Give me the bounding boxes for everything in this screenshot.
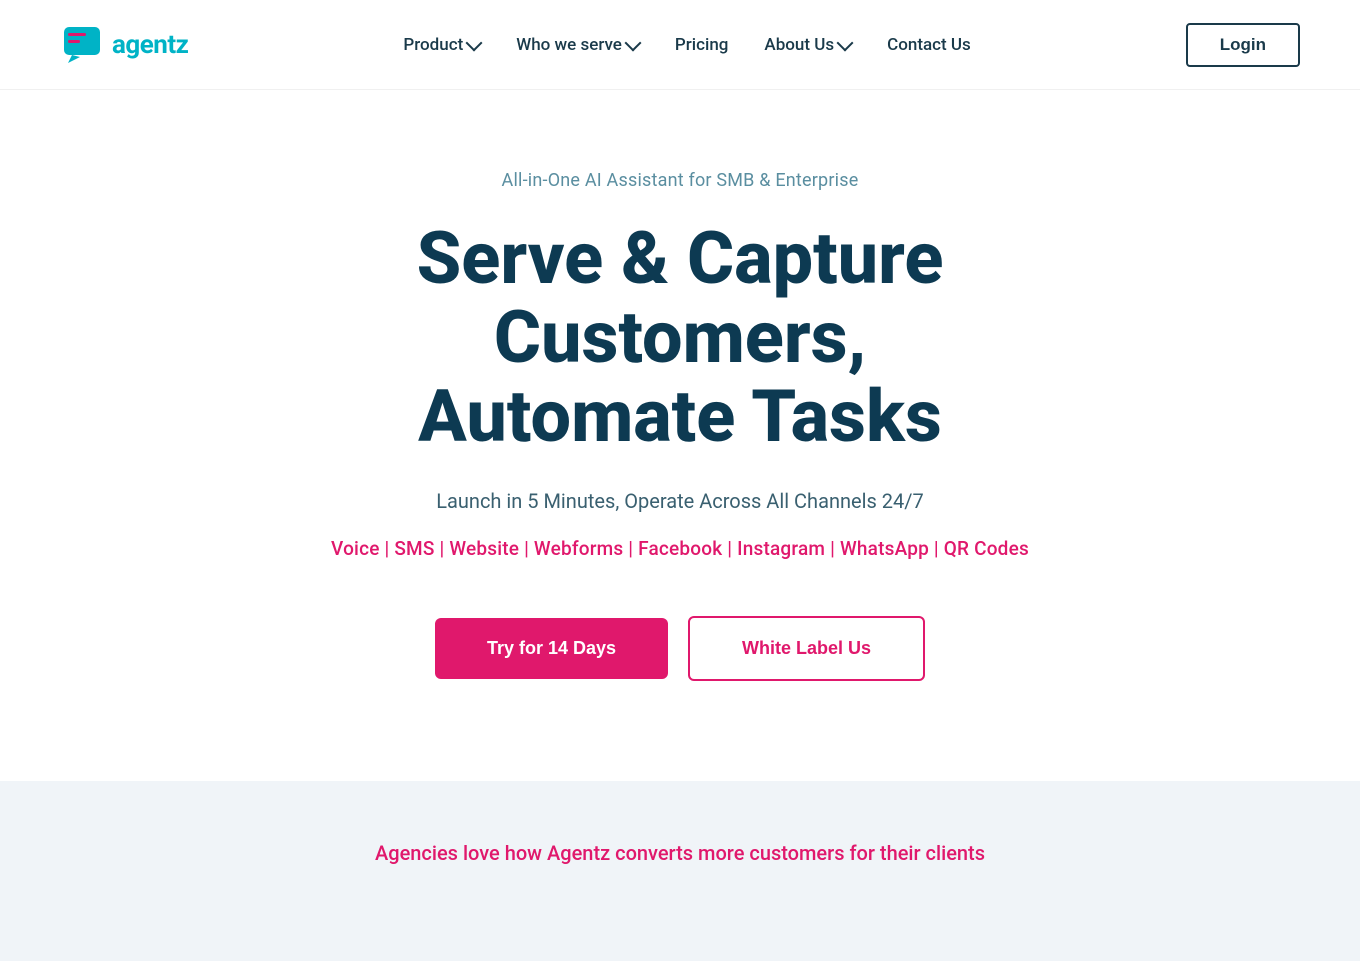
nav-item-about-us[interactable]: About Us xyxy=(750,27,865,63)
nav-item-product[interactable]: Product xyxy=(389,27,494,63)
hero-title: Serve & Capture Customers, Automate Task… xyxy=(240,219,1120,457)
login-button[interactable]: Login xyxy=(1186,23,1300,67)
hero-subtitle: Launch in 5 Minutes, Operate Across All … xyxy=(436,489,924,513)
hero-channels: Voice | SMS | Website | Webforms | Faceb… xyxy=(331,537,1029,560)
nav-links: Product Who we serve Pricing About Us Co… xyxy=(389,27,984,63)
navbar: agentz Product Who we serve Pricing Abou… xyxy=(0,0,1360,90)
bottom-section: Agencies love how Agentz converts more c… xyxy=(0,781,1360,961)
nav-item-who-we-serve[interactable]: Who we serve xyxy=(502,27,653,63)
nav-link-about-us[interactable]: About Us xyxy=(750,27,865,63)
hero-section: All-in-One AI Assistant for SMB & Enterp… xyxy=(0,90,1360,781)
logo[interactable]: agentz xyxy=(60,21,188,69)
nav-link-contact-us[interactable]: Contact Us xyxy=(873,27,985,63)
chevron-down-icon xyxy=(466,34,483,51)
nav-item-contact-us[interactable]: Contact Us xyxy=(873,27,985,63)
hero-buttons: Try for 14 Days White Label Us xyxy=(435,616,925,681)
bottom-tagline: Agencies love how Agentz converts more c… xyxy=(60,841,1300,865)
try-for-14-days-button[interactable]: Try for 14 Days xyxy=(435,618,668,679)
hero-tagline: All-in-One AI Assistant for SMB & Enterp… xyxy=(502,170,859,191)
chevron-down-icon xyxy=(624,34,641,51)
logo-icon xyxy=(60,21,108,69)
nav-link-who-we-serve[interactable]: Who we serve xyxy=(502,27,653,63)
logo-text: agentz xyxy=(112,30,188,60)
white-label-us-button[interactable]: White Label Us xyxy=(688,616,925,681)
nav-link-pricing[interactable]: Pricing xyxy=(661,27,743,63)
nav-link-product[interactable]: Product xyxy=(389,27,494,63)
chevron-down-icon xyxy=(837,34,854,51)
nav-item-pricing[interactable]: Pricing xyxy=(661,27,743,63)
